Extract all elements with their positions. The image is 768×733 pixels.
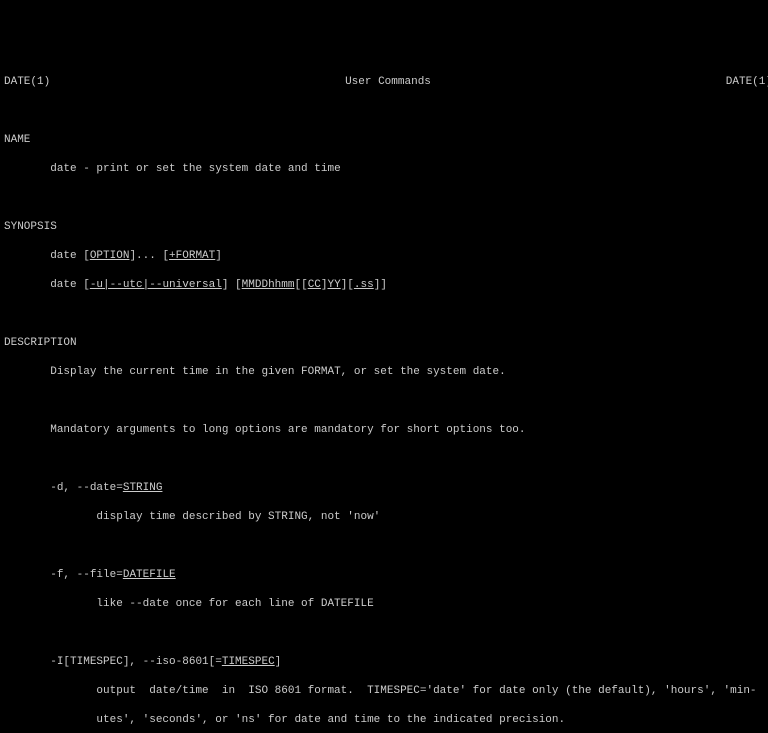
header-center: User Commands bbox=[345, 75, 431, 90]
synopsis-line-1: date [OPTION]... [+FORMAT] bbox=[4, 249, 768, 264]
desc-intro-1: Display the current time in the given FO… bbox=[4, 365, 768, 380]
option-I-desc-1: output date/time in ISO 8601 format. TIM… bbox=[4, 684, 768, 699]
description-heading: DESCRIPTION bbox=[4, 336, 768, 351]
name-heading: NAME bbox=[4, 133, 768, 148]
synopsis-heading: SYNOPSIS bbox=[4, 220, 768, 235]
header-right: DATE(1) bbox=[726, 75, 768, 90]
option-d-desc: display time described by STRING, not 'n… bbox=[4, 510, 768, 525]
name-text: date - print or set the system date and … bbox=[4, 162, 768, 177]
man-page-header: DATE(1) User Commands DATE(1) bbox=[4, 75, 768, 90]
desc-intro-2: Mandatory arguments to long options are … bbox=[4, 423, 768, 438]
option-I: -I[TIMESPEC], --iso-8601[=TIMESPEC] bbox=[4, 655, 768, 670]
option-f-desc: like --date once for each line of DATEFI… bbox=[4, 597, 768, 612]
option-I-desc-2: utes', 'seconds', or 'ns' for date and t… bbox=[4, 713, 768, 728]
synopsis-line-2: date [-u|--utc|--universal] [MMDDhhmm[[C… bbox=[4, 278, 768, 293]
option-f: -f, --file=DATEFILE bbox=[4, 568, 768, 583]
man-page: DATE(1) User Commands DATE(1) NAME date - … bbox=[4, 60, 768, 733]
header-left: DATE(1) bbox=[4, 75, 50, 90]
option-d: -d, --date=STRING bbox=[4, 481, 768, 496]
